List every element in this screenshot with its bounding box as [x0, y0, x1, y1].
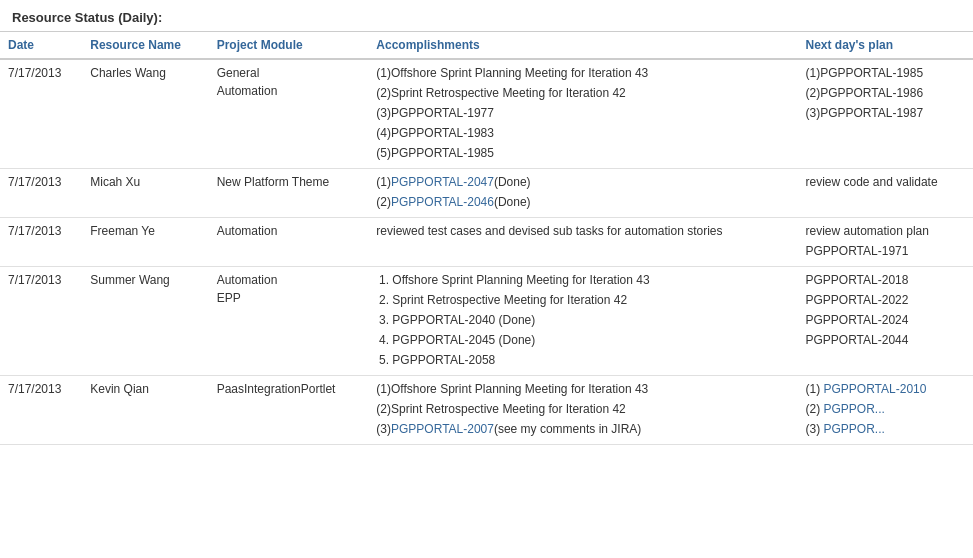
next-plan-link[interactable]: PGPPORTAL-2010 [823, 382, 926, 396]
list-item: reviewed test cases and devised sub task… [376, 222, 789, 240]
cell-resource: Freeman Ye [82, 218, 208, 267]
accomplishment-link[interactable]: PGPPORTAL-2047 [391, 175, 494, 189]
cell-module: PaasIntegrationPortlet [209, 376, 369, 445]
table-row: 7/17/2013Freeman YeAutomation reviewed te… [0, 218, 973, 267]
cell-accomplishments: (1)Offshore Sprint Planning Meeting for … [368, 376, 797, 445]
list-item: (1)Offshore Sprint Planning Meeting for … [376, 380, 789, 398]
cell-resource: Charles Wang [82, 59, 208, 169]
table-row: 7/17/2013Charles WangGeneralAutomation (1… [0, 59, 973, 169]
cell-module: New Platform Theme [209, 169, 369, 218]
table-header: Date Resource Name Project Module Accomp… [0, 32, 973, 60]
cell-date: 7/17/2013 [0, 169, 82, 218]
cell-date: 7/17/2013 [0, 218, 82, 267]
cell-resource: Micah Xu [82, 169, 208, 218]
cell-accomplishments: reviewed test cases and devised sub task… [368, 218, 797, 267]
next-plan-link[interactable]: PGPPOR... [823, 422, 884, 436]
list-item: PGPPORTAL-2044 [805, 331, 965, 349]
cell-next-plan: (1) PGPPORTAL-2010 (2) PGPPOR... (3) PGPPO… [797, 376, 973, 445]
cell-resource: Kevin Qian [82, 376, 208, 445]
list-item: review code and validate [805, 173, 965, 191]
cell-next-plan: review code and validate [797, 169, 973, 218]
list-item: PGPPORTAL-2018 [805, 271, 965, 289]
list-item: (2) PGPPOR... [805, 400, 965, 418]
list-item: (1)PGPPORTAL-2047(Done) [376, 173, 789, 191]
accomplishment-link[interactable]: PGPPORTAL-2007 [391, 422, 494, 436]
list-item: review automation plan [805, 222, 965, 240]
page-title: Resource Status (Daily): [0, 0, 973, 31]
list-item: PGPPORTAL-1971 [805, 242, 965, 260]
list-item: (2)Sprint Retrospective Meeting for Iter… [376, 400, 789, 418]
list-item: Sprint Retrospective Meeting for Iterati… [392, 291, 789, 309]
cell-module: GeneralAutomation [209, 59, 369, 169]
accomplishment-link[interactable]: PGPPORTAL-2046 [391, 195, 494, 209]
col-date: Date [0, 32, 82, 60]
table-row: 7/17/2013Summer WangAutomationEPP Offshor… [0, 267, 973, 376]
table-row: 7/17/2013Kevin QianPaasIntegrationPortle… [0, 376, 973, 445]
list-item: (5)PGPPORTAL-1985 [376, 144, 789, 162]
cell-accomplishments: (1)Offshore Sprint Planning Meeting for … [368, 59, 797, 169]
col-module: Project Module [209, 32, 369, 60]
list-item: (3)PGPPORTAL-1977 [376, 104, 789, 122]
cell-accomplishments: (1)PGPPORTAL-2047(Done) (2)PGPPORTAL-2046… [368, 169, 797, 218]
list-item: (2)PGPPORTAL-2046(Done) [376, 193, 789, 211]
list-item: PGPPORTAL-2045 (Done) [392, 331, 789, 349]
cell-accomplishments: Offshore Sprint Planning Meeting for Ite… [368, 267, 797, 376]
cell-next-plan: PGPPORTAL-2018 PGPPORTAL-2022 PGPPORTAL-20… [797, 267, 973, 376]
list-item: (2)Sprint Retrospective Meeting for Iter… [376, 84, 789, 102]
list-item: (1) PGPPORTAL-2010 [805, 380, 965, 398]
list-item: (4)PGPPORTAL-1983 [376, 124, 789, 142]
cell-date: 7/17/2013 [0, 59, 82, 169]
list-item: (3)PGPPORTAL-2007(see my comments in JIR… [376, 420, 789, 438]
list-item: PGPPORTAL-2040 (Done) [392, 311, 789, 329]
list-item: (3) PGPPOR... [805, 420, 965, 438]
cell-module: Automation [209, 218, 369, 267]
cell-resource: Summer Wang [82, 267, 208, 376]
list-item: (2)PGPPORTAL-1986 [805, 84, 965, 102]
col-nextday: Next day's plan [797, 32, 973, 60]
list-item: (1)PGPPORTAL-1985 [805, 64, 965, 82]
cell-next-plan: (1)PGPPORTAL-1985 (2)PGPPORTAL-1986 (3)PGP… [797, 59, 973, 169]
table-row: 7/17/2013Micah XuNew Platform Theme(1)PG… [0, 169, 973, 218]
list-item: PGPPORTAL-2024 [805, 311, 965, 329]
col-accomplishments: Accomplishments [368, 32, 797, 60]
list-item: (1)Offshore Sprint Planning Meeting for … [376, 64, 789, 82]
cell-module: AutomationEPP [209, 267, 369, 376]
cell-date: 7/17/2013 [0, 267, 82, 376]
cell-next-plan: review automation plan PGPPORTAL-1971 [797, 218, 973, 267]
next-plan-link[interactable]: PGPPOR... [823, 402, 884, 416]
list-item: Offshore Sprint Planning Meeting for Ite… [392, 271, 789, 289]
list-item: (3)PGPPORTAL-1987 [805, 104, 965, 122]
list-item: PGPPORTAL-2022 [805, 291, 965, 309]
list-item: PGPPORTAL-2058 [392, 351, 789, 369]
cell-date: 7/17/2013 [0, 376, 82, 445]
col-resource: Resource Name [82, 32, 208, 60]
